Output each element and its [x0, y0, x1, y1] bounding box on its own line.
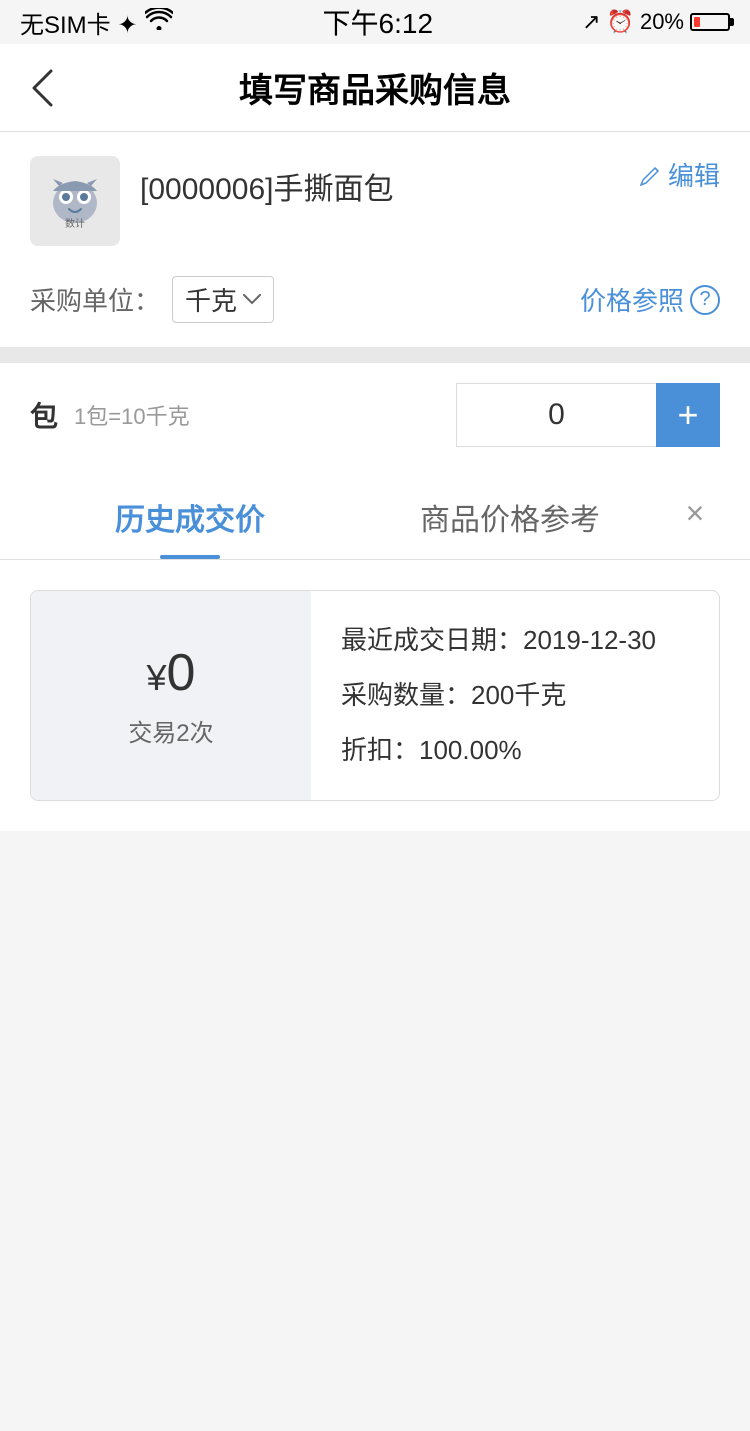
purchase-qty-label: 采购数量： — [341, 680, 471, 710]
price-ref-hint-icon: ? — [690, 285, 720, 315]
battery-icon — [690, 13, 730, 31]
edit-icon — [640, 164, 662, 186]
history-card: ¥0 交易2次 最近成交日期：2019-12-30 采购数量：200千克 折扣：… — [30, 590, 720, 801]
product-title: 手撕面包 — [273, 173, 393, 206]
unit-value: 千克 — [185, 281, 237, 318]
close-icon: × — [686, 495, 705, 532]
purchase-qty-value: 200千克 — [471, 680, 566, 710]
product-image: 数计 — [30, 156, 120, 246]
recent-date-row: 最近成交日期：2019-12-30 — [341, 621, 689, 660]
back-button[interactable] — [20, 66, 64, 110]
unit-desc: 1包=10千克 — [74, 399, 190, 431]
carrier-label: 无SIM卡 ✦ — [20, 5, 137, 40]
quantity-control: + — [456, 383, 720, 447]
tab-close-button[interactable]: × — [670, 488, 720, 538]
quantity-plus-button[interactable]: + — [656, 383, 720, 447]
product-header: 数计 [0000006]手撕面包 编辑 — [30, 156, 720, 246]
unit-badge: 包 — [30, 395, 58, 435]
tab-product-price-ref[interactable]: 商品价格参考 — [350, 467, 670, 559]
battery-percent: 20% — [640, 9, 684, 35]
recent-date-value: 2019-12-30 — [523, 625, 656, 655]
yen-symbol: ¥ — [147, 657, 167, 698]
history-content: ¥0 交易2次 最近成交日期：2019-12-30 采购数量：200千克 折扣：… — [0, 560, 750, 831]
page-title: 填写商品采购信息 — [239, 63, 511, 112]
edit-button[interactable]: 编辑 — [640, 156, 720, 193]
nav-bar: 填写商品采购信息 — [0, 44, 750, 132]
status-right: ↗ ⏰ 20% — [582, 9, 730, 35]
recent-date-label: 最近成交日期： — [341, 625, 523, 655]
purchase-unit-label: 采购单位： — [30, 281, 160, 318]
tab-row: 历史成交价 商品价格参考 × — [0, 467, 750, 560]
product-info: [0000006]手撕面包 — [140, 156, 393, 208]
quantity-left: 包 1包=10千克 — [30, 395, 190, 435]
svg-text:数计: 数计 — [65, 217, 85, 230]
status-left: 无SIM卡 ✦ — [20, 5, 173, 40]
price-ref-button[interactable]: 价格参照 ? — [580, 281, 720, 318]
trade-count: 交易2次 — [128, 713, 213, 748]
wifi-icon — [145, 8, 173, 37]
battery-fill — [694, 17, 700, 27]
purchase-unit-row: 采购单位： 千克 价格参照 ? — [30, 266, 720, 323]
price-amount: 0 — [167, 644, 196, 702]
tab-section: 历史成交价 商品价格参考 × ¥0 交易2次 最近成交日期：2019-12-30… — [0, 467, 750, 831]
product-left: 数计 [0000006]手撕面包 — [30, 156, 393, 246]
quantity-input[interactable] — [456, 383, 656, 447]
history-left: ¥0 交易2次 — [31, 591, 311, 800]
product-card: 数计 [0000006]手撕面包 编辑 采购单位： 千克 — [0, 132, 750, 347]
tab-history-price[interactable]: 历史成交价 — [30, 467, 350, 559]
quantity-row: 包 1包=10千克 + — [0, 363, 750, 467]
page-background — [0, 831, 750, 1431]
product-name: [0000006]手撕面包 — [140, 156, 393, 208]
discount-value: 100.00% — [419, 735, 522, 765]
alarm-icon: ⏰ — [607, 9, 634, 35]
purchase-qty-row: 采购数量：200千克 — [341, 676, 689, 715]
history-right: 最近成交日期：2019-12-30 采购数量：200千克 折扣：100.00% — [311, 591, 719, 800]
unit-left: 采购单位： 千克 — [30, 276, 274, 323]
tab-history-label: 历史成交价 — [115, 504, 265, 537]
status-bar: 无SIM卡 ✦ 下午6:12 ↗ ⏰ 20% — [0, 0, 750, 44]
history-price: ¥0 — [147, 643, 196, 703]
section-divider — [0, 347, 750, 363]
price-ref-label: 价格参照 — [580, 281, 684, 318]
product-id: [0000006] — [140, 173, 273, 206]
unit-dropdown[interactable]: 千克 — [172, 276, 274, 323]
tab-product-label: 商品价格参考 — [420, 504, 600, 537]
discount-label: 折扣： — [341, 735, 419, 765]
location-icon: ↗ — [582, 9, 600, 35]
edit-label: 编辑 — [668, 156, 720, 193]
dropdown-arrow-icon — [243, 294, 261, 306]
product-logo-icon: 数计 — [45, 171, 105, 231]
discount-row: 折扣：100.00% — [341, 731, 689, 770]
time-display: 下午6:12 — [323, 2, 434, 42]
